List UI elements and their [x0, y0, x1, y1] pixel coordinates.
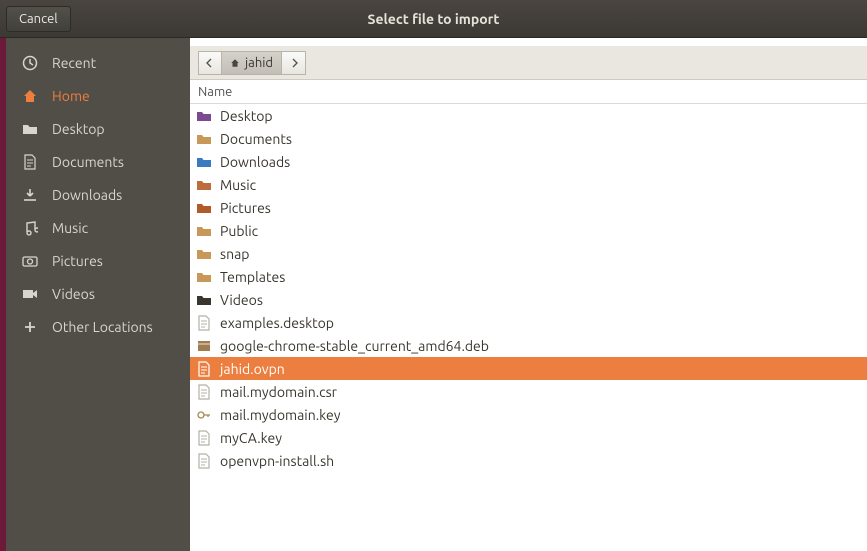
chevron-left-icon [205, 58, 215, 68]
dl-folder-icon [196, 154, 212, 170]
sidebar-item-other-locations[interactable]: Other Locations [6, 310, 190, 343]
sidebar-item-label: Videos [52, 286, 95, 302]
sidebar: Recent Home Desktop Documents Downloads Music… [6, 38, 190, 551]
file-row[interactable]: Desktop [190, 104, 867, 127]
file-name: Pictures [220, 200, 271, 216]
file-name: mail.mydomain.key [220, 407, 340, 423]
doc-icon [196, 361, 212, 377]
dialog-body: Recent Home Desktop Documents Downloads Music… [0, 38, 867, 551]
file-row[interactable]: snap [190, 242, 867, 265]
sidebar-item-desktop[interactable]: Desktop [6, 112, 190, 145]
file-row[interactable]: Music [190, 173, 867, 196]
file-name: Public [220, 223, 258, 239]
folder-icon [196, 246, 212, 262]
file-name: jahid.ovpn [220, 361, 285, 377]
sidebar-item-label: Pictures [52, 253, 103, 269]
file-name: Videos [220, 292, 263, 308]
file-name: google-chrome-stable_current_amd64.deb [220, 338, 489, 354]
path-segment-current[interactable]: jahid [222, 51, 282, 75]
file-row[interactable]: jahid.ovpn [190, 357, 867, 380]
sidebar-item-label: Downloads [52, 187, 122, 203]
doc-icon [196, 430, 212, 446]
video-icon [22, 286, 38, 302]
file-row[interactable]: google-chrome-stable_current_amd64.deb [190, 334, 867, 357]
file-row[interactable]: Public [190, 219, 867, 242]
titlebar: Cancel Select file to import [0, 0, 867, 38]
file-name: Templates [220, 269, 285, 285]
file-row[interactable]: Templates [190, 265, 867, 288]
file-name: openvpn-install.sh [220, 453, 334, 469]
doc-icon [196, 315, 212, 331]
sidebar-item-pictures[interactable]: Pictures [6, 244, 190, 277]
cancel-button[interactable]: Cancel [6, 6, 71, 32]
file-name: mail.mydomain.csr [220, 384, 337, 400]
sidebar-item-videos[interactable]: Videos [6, 277, 190, 310]
window-title: Select file to import [368, 11, 500, 27]
sidebar-item-documents[interactable]: Documents [6, 145, 190, 178]
file-name: myCA.key [220, 430, 282, 446]
clock-icon [22, 55, 38, 71]
folder-icon [196, 269, 212, 285]
sidebar-item-downloads[interactable]: Downloads [6, 178, 190, 211]
sidebar-item-label: Other Locations [52, 319, 153, 335]
music-icon [22, 220, 38, 236]
home-icon [230, 58, 240, 68]
sidebar-item-label: Documents [52, 154, 124, 170]
sidebar-item-music[interactable]: Music [6, 211, 190, 244]
mus-folder-icon [196, 177, 212, 193]
file-row[interactable]: mail.mydomain.csr [190, 380, 867, 403]
dt-folder-icon [196, 108, 212, 124]
key-icon [196, 407, 212, 423]
file-row[interactable]: examples.desktop [190, 311, 867, 334]
column-header-name[interactable]: Name [190, 80, 867, 104]
file-row[interactable]: Pictures [190, 196, 867, 219]
sidebar-item-label: Recent [52, 55, 96, 71]
pkg-icon [196, 338, 212, 354]
file-row[interactable]: myCA.key [190, 426, 867, 449]
chevron-right-icon [289, 58, 299, 68]
doc-icon [22, 154, 38, 170]
sidebar-item-label: Music [52, 220, 88, 236]
pic-folder-icon [196, 200, 212, 216]
file-name: snap [220, 246, 249, 262]
folder-icon [22, 121, 38, 137]
folder-icon [196, 223, 212, 239]
vid-folder-icon [196, 292, 212, 308]
doc-icon [196, 384, 212, 400]
sidebar-item-recent[interactable]: Recent [6, 46, 190, 79]
home-icon [22, 88, 38, 104]
path-back-button[interactable] [198, 51, 222, 75]
sidebar-item-label: Desktop [52, 121, 105, 137]
file-row[interactable]: Videos [190, 288, 867, 311]
folder-icon [196, 131, 212, 147]
plus-icon [22, 319, 38, 335]
file-name: examples.desktop [220, 315, 334, 331]
pathbar: jahid [190, 46, 867, 80]
file-name: Documents [220, 131, 292, 147]
doc-icon [196, 453, 212, 469]
camera-icon [22, 253, 38, 269]
sidebar-item-home[interactable]: Home [6, 79, 190, 112]
main-pane: jahid Name Desktop Documents Downloads Musi… [190, 38, 867, 551]
file-row[interactable]: Documents [190, 127, 867, 150]
file-row[interactable]: openvpn-install.sh [190, 449, 867, 472]
download-icon [22, 187, 38, 203]
file-list[interactable]: Desktop Documents Downloads Music Pictures Pu… [190, 104, 867, 551]
file-name: Desktop [220, 108, 273, 124]
file-row[interactable]: Downloads [190, 150, 867, 173]
sidebar-item-label: Home [52, 88, 90, 104]
file-name: Downloads [220, 154, 290, 170]
file-name: Music [220, 177, 256, 193]
file-row[interactable]: mail.mydomain.key [190, 403, 867, 426]
path-segment-label: jahid [245, 56, 273, 70]
path-forward-button[interactable] [282, 51, 306, 75]
